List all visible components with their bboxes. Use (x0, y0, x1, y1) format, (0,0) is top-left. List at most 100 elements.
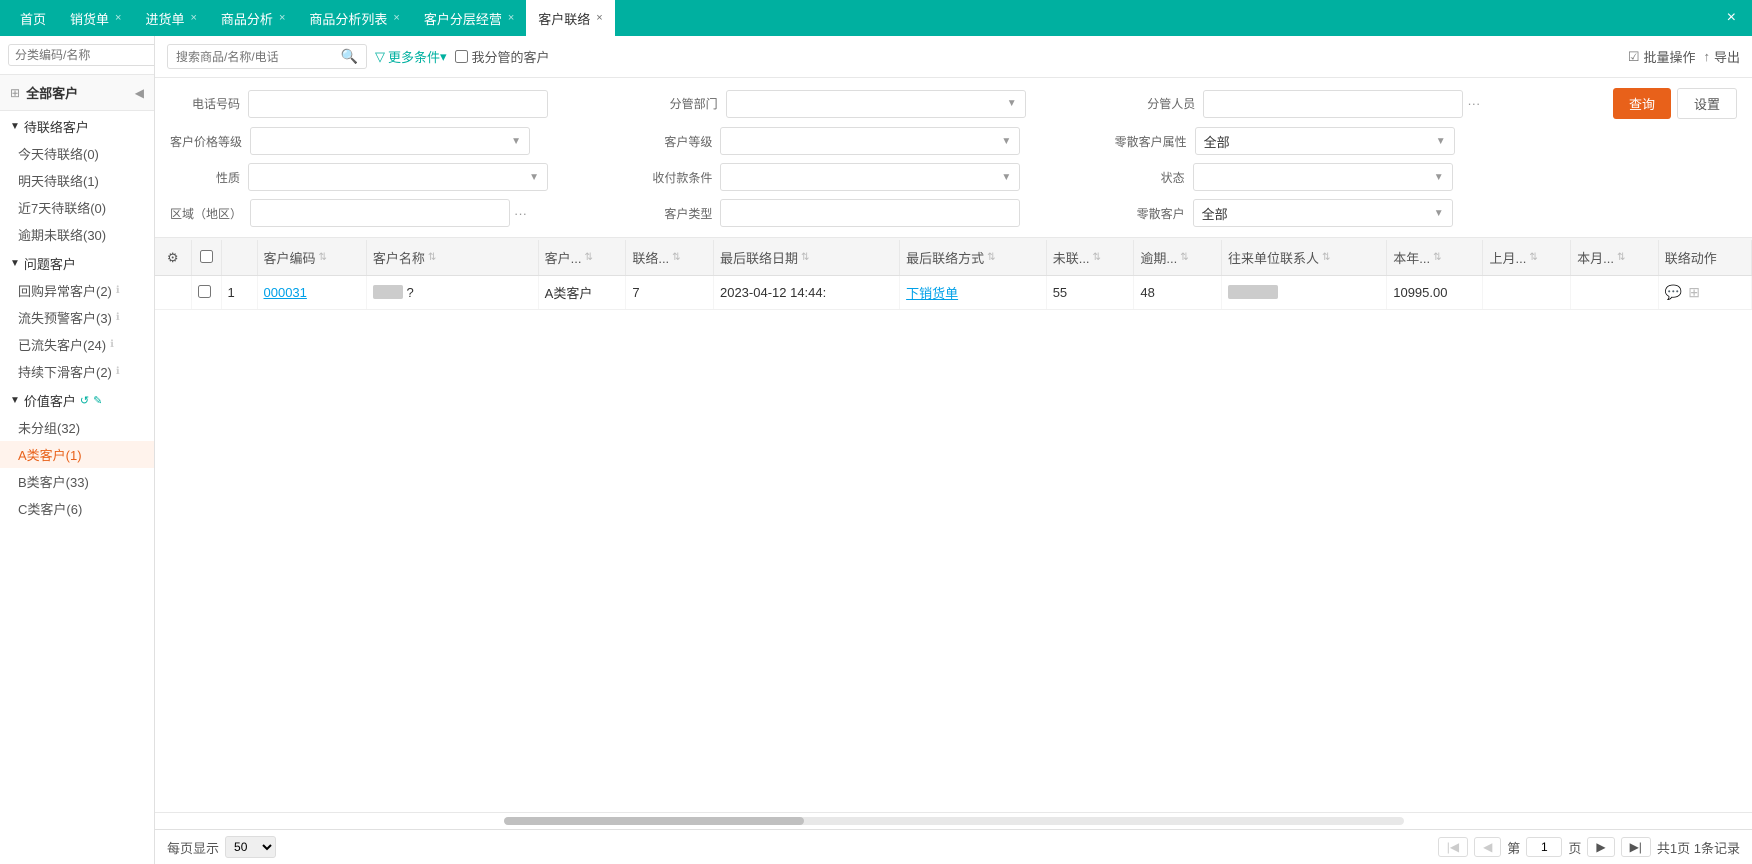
first-page-button[interactable]: |◀ (1438, 837, 1468, 857)
sort-last-month-icon[interactable]: ⇅ (1529, 252, 1537, 263)
col-last-contact-method-header[interactable]: 最后联络方式 ⇅ (900, 240, 1047, 276)
sidebar-item-class-b[interactable]: B类客户(33) (0, 468, 154, 495)
filter-cell-person: 分管人员 ··· (1125, 90, 1603, 118)
sort-last-contact-date-icon[interactable]: ⇅ (801, 252, 809, 263)
query-button[interactable]: 查询 (1613, 88, 1671, 119)
nav-tab-customer-segment[interactable]: 客户分层经营 × (412, 0, 526, 36)
retail-attr-select[interactable]: 全部 ▼ (1195, 127, 1455, 155)
settings-icon[interactable]: ⚙ (167, 250, 179, 265)
retail-select[interactable]: 全部 ▼ (1193, 199, 1453, 227)
last-page-button[interactable]: ▶| (1621, 837, 1651, 857)
sort-no-contact-icon[interactable]: ⇅ (1093, 252, 1101, 263)
search-input[interactable] (176, 50, 341, 64)
col-last-contact-date-header[interactable]: 最后联络日期 ⇅ (713, 240, 899, 276)
prev-page-button[interactable]: ◀ (1474, 837, 1501, 857)
action-link-icon[interactable]: ⊞ (1688, 284, 1700, 301)
settings-button[interactable]: 设置 (1677, 88, 1737, 119)
payment-select[interactable]: ▼ (720, 163, 1020, 191)
sidebar-item-class-c[interactable]: C类客户(6) (0, 495, 154, 522)
nav-home[interactable]: 首页 (8, 9, 58, 28)
col-no-contact-header[interactable]: 未联... ⇅ (1046, 240, 1134, 276)
col-this-year-header[interactable]: 本年... ⇅ (1387, 240, 1483, 276)
page-number-input[interactable] (1526, 837, 1562, 857)
retail-attr-arrow: ▼ (1436, 136, 1446, 147)
sort-overdue-icon[interactable]: ⇅ (1180, 252, 1188, 263)
sort-customer-code-icon[interactable]: ⇅ (319, 252, 327, 263)
price-grade-select[interactable]: ▼ (250, 127, 530, 155)
nav-tab-sales[interactable]: 销货单 × (58, 0, 133, 36)
sidebar-collapse-button[interactable]: ◀ (135, 86, 144, 100)
batch-op-button[interactable]: ☑ 批量操作 (1628, 47, 1696, 66)
sort-last-contact-method-icon[interactable]: ⇅ (987, 252, 995, 263)
sort-customer-level-icon[interactable]: ⇅ (585, 252, 593, 263)
phone-input[interactable] (248, 90, 548, 118)
nav-tab-customer-contact[interactable]: 客户联络 × (526, 0, 614, 36)
col-checkbox-header[interactable] (191, 240, 221, 276)
nav-tab-product-analysis-list[interactable]: 商品分析列表 × (297, 0, 411, 36)
my-customers-checkbox[interactable] (455, 50, 468, 63)
col-this-month-header[interactable]: 本月... ⇅ (1571, 240, 1659, 276)
sidebar-item-declining[interactable]: 持续下滑客户(2) ℹ (0, 358, 154, 385)
select-all-checkbox[interactable] (200, 250, 213, 263)
col-customer-code-label: 客户编码 (264, 248, 316, 267)
nav-tab-purchase[interactable]: 进货单 × (133, 0, 208, 36)
person-select[interactable] (1203, 90, 1463, 118)
edit-value-icon[interactable]: ✎ (93, 394, 102, 407)
refresh-value-icon[interactable]: ↺ (80, 394, 89, 407)
filter-more-button[interactable]: ▽ 更多条件 ▾ (375, 47, 447, 66)
dept-select[interactable]: ▼ (726, 90, 1026, 118)
export-button[interactable]: ↑ 导出 (1703, 47, 1740, 66)
sort-this-month-icon[interactable]: ⇅ (1617, 252, 1625, 263)
customer-grade-select[interactable]: ▼ (720, 127, 1020, 155)
nav-tab-customer-contact-close[interactable]: × (596, 12, 602, 24)
sidebar-item-overdue[interactable]: 逾期未联络(30) (0, 221, 154, 248)
all-customers-label[interactable]: 全部客户 (26, 83, 135, 102)
action-chat-icon[interactable]: 💬 (1665, 284, 1682, 301)
section-problem-customers[interactable]: ▼ 问题客户 (0, 248, 154, 277)
sidebar-item-tomorrow[interactable]: 明天待联络(1) (0, 167, 154, 194)
sidebar-item-7days[interactable]: 近7天待联络(0) (0, 194, 154, 221)
nav-tab-product-analysis[interactable]: 商品分析 × (209, 0, 297, 36)
row-customer-code[interactable]: 000031 (264, 285, 307, 300)
sidebar-item-repurchase-anomaly[interactable]: 回购异常客户(2) ℹ (0, 277, 154, 304)
col-customer-level-header[interactable]: 客户... ⇅ (538, 240, 626, 276)
col-last-month-header[interactable]: 上月... ⇅ (1483, 240, 1571, 276)
col-overdue-header[interactable]: 逾期... ⇅ (1134, 240, 1222, 276)
section-pending-contact[interactable]: ▼ 待联络客户 (0, 111, 154, 140)
sort-customer-name-icon[interactable]: ⇅ (428, 252, 436, 263)
status-select[interactable]: ▼ (1193, 163, 1453, 191)
per-page-select[interactable]: 50 100 200 (225, 836, 276, 858)
nav-tab-product-analysis-list-close[interactable]: × (393, 12, 399, 24)
col-customer-code-header[interactable]: 客户编码 ⇅ (257, 240, 366, 276)
category-search-input[interactable] (8, 44, 155, 66)
sidebar-item-class-a[interactable]: A类客户(1) (0, 441, 154, 468)
scrollbar-thumb[interactable] (504, 817, 804, 825)
person-ellipsis[interactable]: ··· (1467, 96, 1480, 111)
sort-contact-icon[interactable]: ⇅ (672, 252, 680, 263)
sidebar-item-today[interactable]: 今天待联络(0) (0, 140, 154, 167)
customer-type-input[interactable] (720, 199, 1020, 227)
row-last-contact-method[interactable]: 下销货单 (906, 286, 958, 301)
filter-icon: ▽ (375, 49, 385, 65)
sidebar-item-churn-warning[interactable]: 流失预警客户(3) ℹ (0, 304, 154, 331)
sort-unit-contact-icon[interactable]: ⇅ (1322, 252, 1330, 263)
region-ellipsis[interactable]: ··· (514, 206, 527, 221)
col-unit-contact-header[interactable]: 往来单位联系人 ⇅ (1222, 240, 1387, 276)
nature-select[interactable]: ▼ (248, 163, 548, 191)
nav-tab-product-analysis-close[interactable]: × (279, 12, 285, 24)
sort-this-year-icon[interactable]: ⇅ (1433, 252, 1441, 263)
section-value-customers[interactable]: ▼ 价值客户 ↺ ✎ (0, 385, 154, 414)
row-checkbox[interactable] (198, 285, 211, 298)
sidebar-item-churned[interactable]: 已流失客户(24) ℹ (0, 331, 154, 358)
search-icon[interactable]: 🔍 (341, 48, 358, 65)
region-select[interactable] (250, 199, 510, 227)
close-all-button[interactable]: × (1719, 9, 1744, 27)
next-page-button[interactable]: ▶ (1587, 837, 1614, 857)
col-customer-name-header[interactable]: 客户名称 ⇅ (366, 240, 538, 276)
nav-tab-purchase-close[interactable]: × (190, 12, 196, 24)
nav-tab-customer-segment-close[interactable]: × (508, 12, 514, 24)
col-contact-header[interactable]: 联络... ⇅ (626, 240, 714, 276)
nav-tab-sales-close[interactable]: × (115, 12, 121, 24)
col-settings-header[interactable]: ⚙ (155, 240, 191, 276)
sidebar-item-ungrouped[interactable]: 未分组(32) (0, 414, 154, 441)
